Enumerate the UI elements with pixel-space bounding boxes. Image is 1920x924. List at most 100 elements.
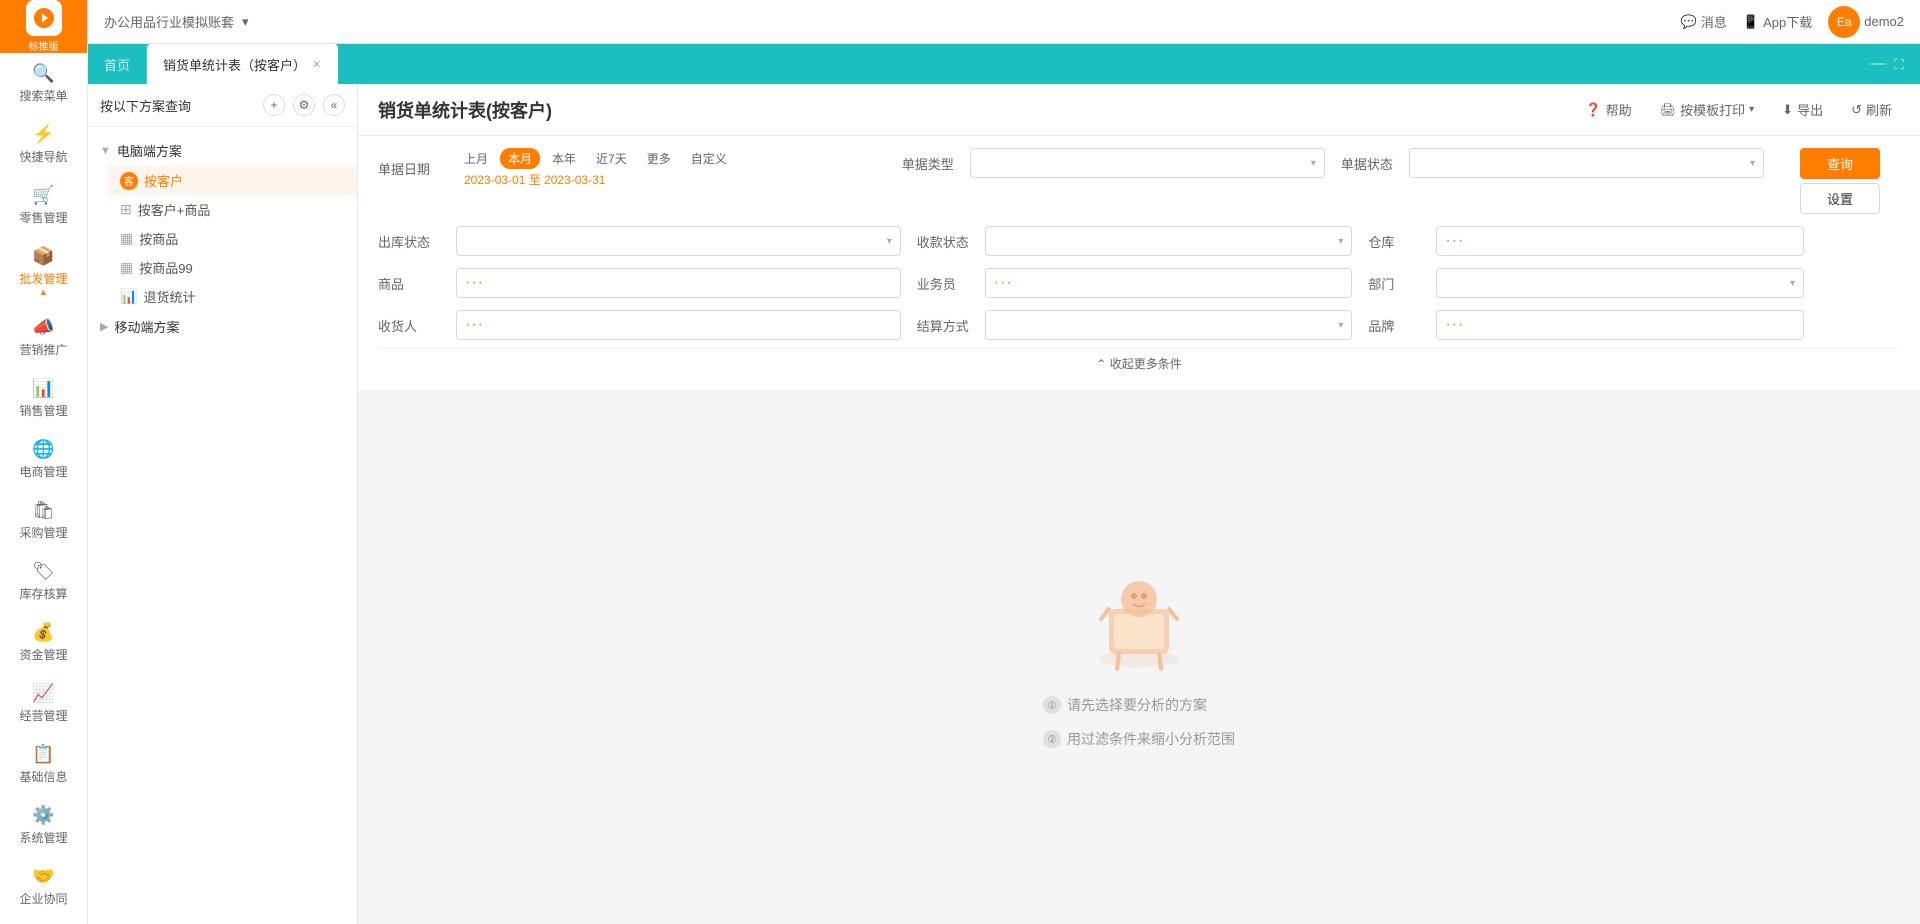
tree-child-product99[interactable]: ▦ 按商品99 xyxy=(108,253,357,282)
tree-child-by-product[interactable]: ▦ 按商品 xyxy=(108,224,357,253)
payment-label: 结算方式 xyxy=(917,316,977,335)
inventory-icon: 🏷 xyxy=(32,561,55,582)
warehouse-dots: ··· xyxy=(1445,232,1464,250)
receipt-status-label: 收款状态 xyxy=(917,232,977,251)
sidebar-item-finance[interactable]: 💰 资金管理 xyxy=(0,612,87,673)
tab-close-icon[interactable]: ✕ xyxy=(312,58,321,71)
sidebar-item-newbie[interactable]: 🎯 新手引导 xyxy=(0,917,87,924)
tab-home[interactable]: 首页 xyxy=(88,44,147,84)
brand-input[interactable]: ··· xyxy=(1436,310,1804,340)
sidebar-item-sales[interactable]: 📊 销售管理 xyxy=(0,368,87,429)
tabbar: 首页 销货单统计表（按客户） ✕ — ⛶ xyxy=(88,44,1920,84)
order-status-arrow-icon: ▾ xyxy=(1750,158,1755,169)
ecommerce-icon: 🌐 xyxy=(32,439,54,460)
tree-children-pc: 客 按客户 ⊞ 按客户+商品 ▦ 按商品 ▦ 按商品99 xyxy=(88,166,357,311)
left-panel-title: 按以下方案查询 xyxy=(100,96,191,115)
tree-item-pc[interactable]: ▼ 电脑端方案 xyxy=(88,135,357,166)
print-button[interactable]: 🖨 按模板打印 ▾ xyxy=(1652,96,1763,123)
tab-sales-stat[interactable]: 销货单统计表（按客户） ✕ xyxy=(147,44,338,84)
date-tab-this-month[interactable]: 本月 xyxy=(500,148,540,169)
tree-mobile-label: 移动端方案 xyxy=(114,317,179,336)
btn-group: 查询 设置 xyxy=(1780,148,1900,214)
receipt-status-arrow-icon: ▾ xyxy=(1338,236,1343,247)
recipient-input[interactable]: ··· xyxy=(456,310,901,340)
sidebar-item-inventory[interactable]: 🏷 库存核算 xyxy=(0,551,87,612)
sidebar-item-basic[interactable]: 📋 基础信息 xyxy=(0,734,87,795)
user-menu[interactable]: Ea demo2 xyxy=(1828,6,1904,38)
date-tab-7days[interactable]: 近7天 xyxy=(588,148,635,169)
collapse-bar[interactable]: ⌃ 收起更多条件 xyxy=(378,348,1900,378)
topbar-arrow[interactable]: ▾ xyxy=(242,14,249,30)
dept-select[interactable]: ▾ xyxy=(1436,268,1804,298)
child-label-customer-product: 按客户+商品 xyxy=(138,200,211,219)
tree-child-by-customer[interactable]: 客 按客户 xyxy=(108,166,357,195)
message-icon: 💬 xyxy=(1681,14,1697,30)
collapse-icon: ⌃ xyxy=(1096,357,1106,371)
dept-arrow-icon: ▾ xyxy=(1790,278,1795,289)
child-label-return: 退货统计 xyxy=(143,287,195,306)
sidebar-item-wholesale[interactable]: 📦 批发管理 ▲ xyxy=(0,236,87,307)
hint-item-1: ① 请先选择要分析的方案 xyxy=(1043,695,1235,715)
order-status-label: 单据状态 xyxy=(1341,154,1401,173)
hint-num-2: ② xyxy=(1043,730,1061,748)
payment-select[interactable]: ▾ xyxy=(985,310,1353,340)
sales-icon: 📊 xyxy=(32,378,54,399)
sidebar-item-search[interactable]: 🔍 搜索菜单 xyxy=(0,53,87,114)
logo-text: 标推版 xyxy=(29,38,59,53)
refresh-button[interactable]: ↺ 刷新 xyxy=(1843,96,1900,123)
receipt-status-select[interactable]: ▾ xyxy=(985,226,1353,256)
left-panel: 按以下方案查询 + ⚙ « ▼ 电脑端方案 客 按客户 xyxy=(88,84,358,924)
tree-child-customer-product[interactable]: ⊞ 按客户+商品 xyxy=(108,195,357,224)
settings-scheme-button[interactable]: ⚙ xyxy=(293,94,315,116)
sidebar-item-marketing[interactable]: 📣 营销推广 xyxy=(0,307,87,368)
settings-button[interactable]: 设置 xyxy=(1800,183,1880,214)
sidebar-item-collab[interactable]: 🤝 企业协同 xyxy=(0,856,87,917)
date-tab-more[interactable]: 更多 xyxy=(639,148,679,169)
message-button[interactable]: 💬 消息 xyxy=(1681,12,1727,31)
product-input[interactable]: ··· xyxy=(456,268,901,298)
out-status-arrow-icon: ▾ xyxy=(887,236,892,247)
sidebar-item-system[interactable]: ⚙️ 系统管理 xyxy=(0,795,87,856)
sidebar-item-ecommerce[interactable]: 🌐 电商管理 xyxy=(0,429,87,490)
hint-text-2: 用过滤条件来缩小分析范围 xyxy=(1067,729,1235,749)
product-label: 商品 xyxy=(378,274,448,293)
date-tab-last-month[interactable]: 上月 xyxy=(456,148,496,169)
sidebar-item-quick[interactable]: ⚡ 快捷导航 xyxy=(0,114,87,175)
export-button[interactable]: ⬇ 导出 xyxy=(1774,96,1831,123)
tab-minimize-icon[interactable]: — xyxy=(1870,55,1886,73)
app-icon: 📱 xyxy=(1743,14,1759,30)
collapse-panel-button[interactable]: « xyxy=(323,94,345,116)
refresh-icon: ↺ xyxy=(1851,102,1862,118)
sidebar: 标推版 🔍 搜索菜单 ⚡ 快捷导航 🛒 零售管理 📦 批发管理 ▲ 📣 营销推广… xyxy=(0,0,88,924)
help-button[interactable]: ❓ 帮助 xyxy=(1577,96,1639,123)
query-button[interactable]: 查询 xyxy=(1800,148,1880,179)
hint-num-1: ① xyxy=(1043,696,1061,714)
search-icon: 🔍 xyxy=(32,63,54,84)
sidebar-item-operations[interactable]: 📈 经营管理 xyxy=(0,673,87,734)
basic-icon: 📋 xyxy=(32,744,54,765)
staff-input[interactable]: ··· xyxy=(985,268,1353,298)
order-status-select[interactable]: ▾ xyxy=(1409,148,1764,178)
warehouse-input[interactable]: ··· xyxy=(1436,226,1804,256)
add-scheme-button[interactable]: + xyxy=(263,94,285,116)
operations-icon: 📈 xyxy=(32,683,54,704)
out-status-select[interactable]: ▾ xyxy=(456,226,901,256)
marketing-icon: 📣 xyxy=(32,317,54,338)
left-panel-header: 按以下方案查询 + ⚙ « xyxy=(88,84,357,127)
tree-mobile-expand-icon: ▶ xyxy=(100,320,108,333)
sidebar-item-retail[interactable]: 🛒 零售管理 xyxy=(0,175,87,236)
date-tab-this-year[interactable]: 本年 xyxy=(544,148,584,169)
tree-item-mobile[interactable]: ▶ 移动端方案 xyxy=(88,311,357,342)
order-type-select[interactable]: ▾ xyxy=(970,148,1325,178)
date-tab-custom[interactable]: 自定义 xyxy=(683,148,735,169)
sidebar-item-purchase[interactable]: 🛍 采购管理 xyxy=(0,490,87,551)
tab-maximize-icon[interactable]: ⛶ xyxy=(1894,56,1904,73)
child-icon-product: ▦ xyxy=(120,230,133,247)
app-download-button[interactable]: 📱 App下载 xyxy=(1743,12,1812,31)
purchase-icon: 🛍 xyxy=(32,500,55,521)
child-label-product: 按商品 xyxy=(139,229,178,248)
quick-icon: ⚡ xyxy=(32,124,54,145)
export-icon: ⬇ xyxy=(1782,102,1793,118)
child-icon-product99: ▦ xyxy=(120,259,133,276)
tree-child-return[interactable]: 📊 退货统计 xyxy=(108,282,357,311)
